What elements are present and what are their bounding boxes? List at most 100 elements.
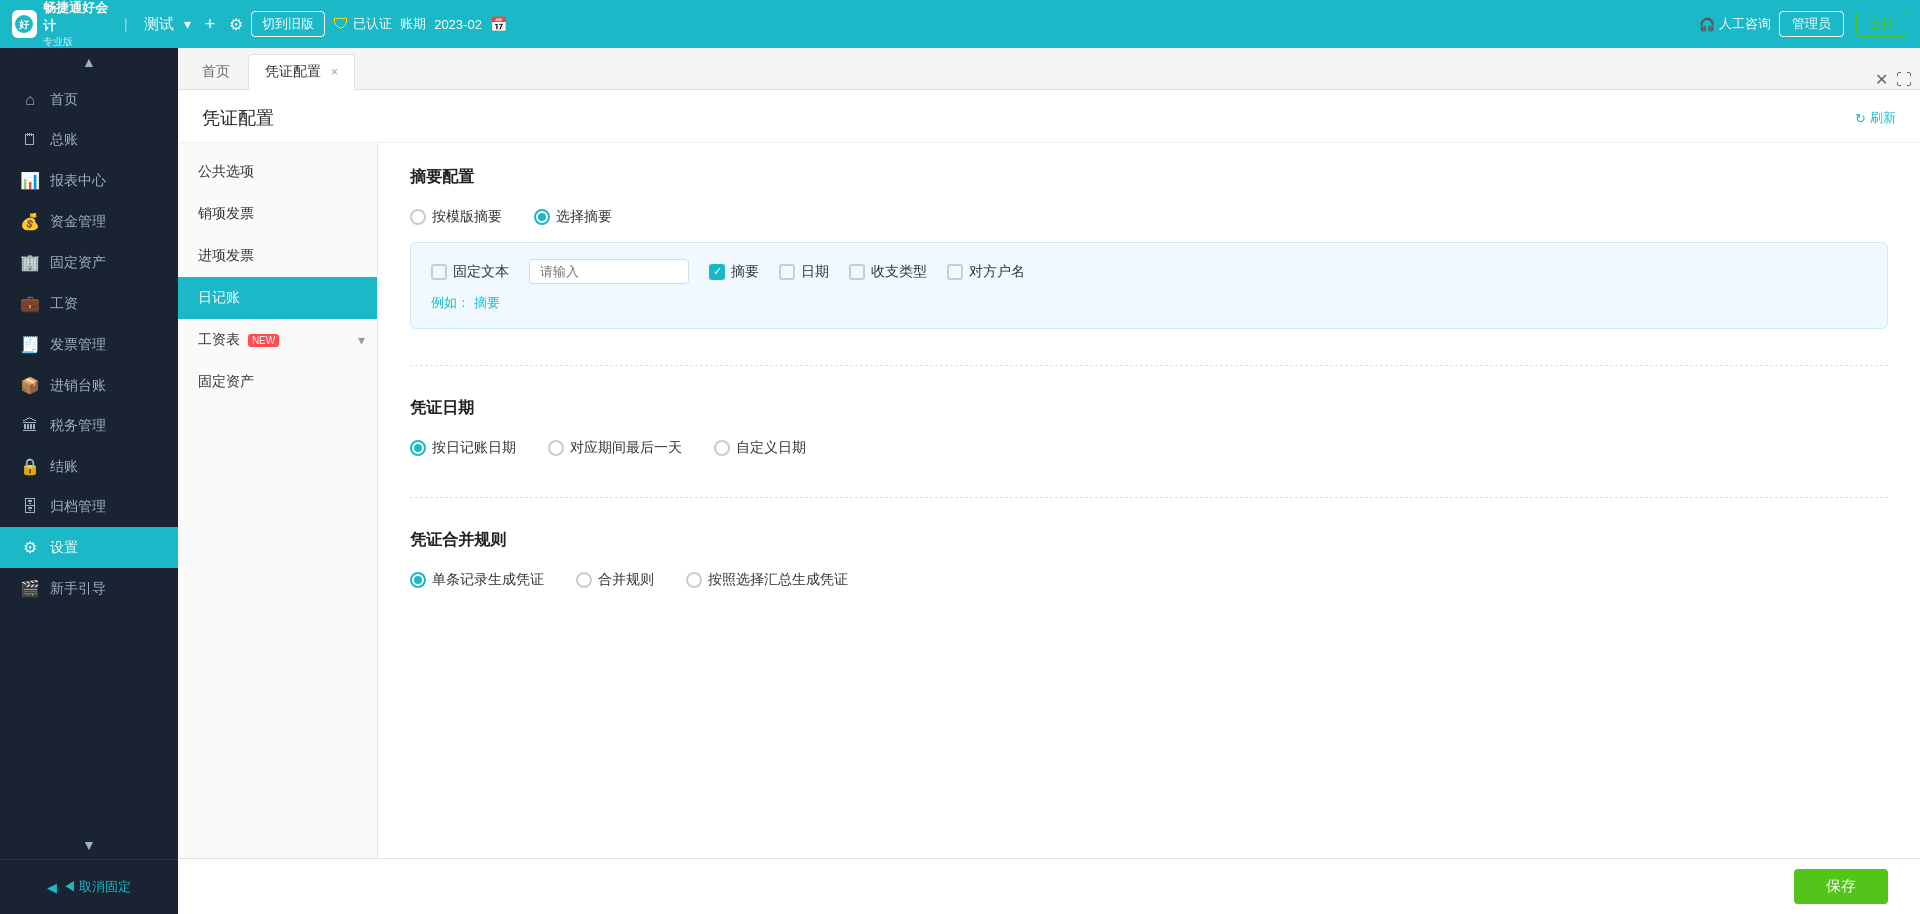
period-value: 2023-02 [434, 17, 482, 32]
date-radio2-circle [548, 440, 564, 456]
salary-icon: 💼 [20, 294, 40, 313]
merge-option1-label: 单条记录生成凭证 [432, 571, 544, 589]
tab-controls: ✕ ⛶ [1875, 70, 1920, 89]
tab-bar: 首页 凭证配置 × ✕ ⛶ [178, 48, 1920, 90]
human-service-button[interactable]: 🎧 人工咨询 [1699, 15, 1771, 33]
summary-section-title: 摘要配置 [410, 167, 1888, 188]
merge-option3[interactable]: 按照选择汇总生成凭证 [686, 571, 848, 589]
date-checkbox [779, 264, 795, 280]
save-button[interactable]: 保存 [1794, 869, 1888, 904]
checkbox-date[interactable]: 日期 [779, 263, 829, 281]
counterpart-label: 对方户名 [969, 263, 1025, 281]
funds-icon: 💰 [20, 212, 40, 231]
tab-close-icon[interactable]: × [331, 65, 338, 79]
add-button[interactable]: + [199, 12, 222, 37]
ledger-icon: 🗒 [20, 131, 40, 149]
income-type-checkbox [849, 264, 865, 280]
sidebar-label-ledger: 总账 [50, 131, 78, 149]
date-section-title: 凭证日期 [410, 398, 1888, 419]
sidebar-item-sales[interactable]: 📦 进销台账 [0, 365, 178, 406]
switch-old-button[interactable]: 切到旧版 [251, 11, 325, 37]
sidebar-item-invoice[interactable]: 🧾 发票管理 [0, 324, 178, 365]
sales-icon: 📦 [20, 376, 40, 395]
settings-icon[interactable]: ⚙ [229, 15, 243, 34]
checkbox-income-type[interactable]: 收支类型 [849, 263, 927, 281]
headset-icon: 🎧 [1699, 17, 1715, 32]
date-option1[interactable]: 按日记账日期 [410, 439, 516, 457]
refresh-button[interactable]: ↻ 刷新 [1855, 109, 1896, 127]
assets-icon: 🏢 [20, 253, 40, 272]
page-header: 凭证配置 ↻ 刷新 [178, 90, 1920, 143]
new-badge: NEW [248, 334, 279, 347]
merge-option1[interactable]: 单条记录生成凭证 [410, 571, 544, 589]
logo-sub: 专业版 [43, 35, 112, 49]
checkbox-counterpart[interactable]: 对方户名 [947, 263, 1025, 281]
summary-option1[interactable]: 按模版摘要 [410, 208, 502, 226]
sidebar-scroll-up[interactable]: ▲ [82, 54, 96, 70]
logo-text: 畅捷通好会计 [43, 0, 112, 35]
left-nav-payroll[interactable]: 工资表 NEW ▾ [178, 319, 377, 361]
summary-checkboxes: 固定文本 ✓ 摘要 日期 [431, 259, 1867, 284]
date-option2[interactable]: 对应期间最后一天 [548, 439, 682, 457]
sidebar-scroll-down[interactable]: ▼ [82, 837, 96, 853]
sidebar-item-reports[interactable]: 📊 报表中心 [0, 160, 178, 201]
sidebar-label-assets: 固定资产 [50, 254, 106, 272]
date-radio3-circle [714, 440, 730, 456]
sidebar-item-ledger[interactable]: 🗒 总账 [0, 120, 178, 160]
checkbox-summary[interactable]: ✓ 摘要 [709, 263, 759, 281]
close-tab-button[interactable]: ✕ [1875, 70, 1888, 89]
cancel-fixed-button[interactable]: ◀ ◀ 取消固定 [0, 870, 178, 904]
shield-icon: 🛡 [333, 15, 349, 33]
sidebar-item-tax[interactable]: 🏛 税务管理 [0, 406, 178, 446]
human-service-label: 人工咨询 [1719, 15, 1771, 33]
left-nav-public-label: 公共选项 [198, 163, 254, 179]
summary-box: 固定文本 ✓ 摘要 日期 [410, 242, 1888, 329]
left-nav-public[interactable]: 公共选项 [178, 151, 377, 193]
fixed-text-label: 固定文本 [453, 263, 509, 281]
left-nav-sales-invoice[interactable]: 销项发票 [178, 193, 377, 235]
merge-radio1-circle [410, 572, 426, 588]
summary-option2[interactable]: 选择摘要 [534, 208, 612, 226]
tax-icon: 🏛 [20, 417, 40, 435]
sidebar-item-assets[interactable]: 🏢 固定资产 [0, 242, 178, 283]
right-content: 摘要配置 按模版摘要 选择摘要 [378, 143, 1920, 858]
fixed-text-checkbox [431, 264, 447, 280]
top-bar: 好 畅捷通好会计 专业版 | 测试 ▾ + ⚙ 切到旧版 🛡 已认证 账期 20… [0, 0, 1920, 48]
expand-button[interactable]: ⛶ [1896, 71, 1912, 89]
sidebar-item-archive[interactable]: 🗄 归档管理 [0, 487, 178, 527]
content-split: 公共选项 销项发票 进项发票 日记账 工资表 NEW [178, 143, 1920, 858]
sidebar-item-funds[interactable]: 💰 资金管理 [0, 201, 178, 242]
left-nav-fixed-assets[interactable]: 固定资产 [178, 361, 377, 403]
summary-option2-label: 选择摘要 [556, 208, 612, 226]
calendar-icon[interactable]: 📅 [490, 16, 507, 32]
sidebar-item-salary[interactable]: 💼 工资 [0, 283, 178, 324]
date-option3-label: 自定义日期 [736, 439, 806, 457]
merge-section-title: 凭证合并规则 [410, 530, 1888, 551]
tab-home[interactable]: 首页 [186, 55, 246, 89]
example-text: 例如： 摘要 [431, 294, 1867, 312]
project-dropdown-icon[interactable]: ▾ [184, 16, 191, 32]
accountant-button[interactable]: 会计 [1856, 11, 1908, 37]
left-nav-journal-label: 日记账 [198, 289, 240, 305]
tab-voucher-config[interactable]: 凭证配置 × [248, 54, 355, 90]
sidebar-label-sales: 进销台账 [50, 377, 106, 395]
sidebar-item-guide[interactable]: 🎬 新手引导 [0, 568, 178, 609]
left-nav-journal[interactable]: 日记账 [178, 277, 377, 319]
sidebar-item-home[interactable]: ⌂ 首页 [0, 80, 178, 120]
date-option3[interactable]: 自定义日期 [714, 439, 806, 457]
left-nav-sales-invoice-label: 销项发票 [198, 205, 254, 221]
left-nav-purchase-invoice-label: 进项发票 [198, 247, 254, 263]
sidebar-label-closing: 结账 [50, 458, 78, 476]
payroll-arrow-icon: ▾ [358, 332, 365, 348]
sidebar-item-settings[interactable]: ⚙ 设置 [0, 527, 178, 568]
left-nav-purchase-invoice[interactable]: 进项发票 [178, 235, 377, 277]
merge-section: 凭证合并规则 单条记录生成凭证 合并规则 [410, 530, 1888, 629]
certified-label: 已认证 [353, 15, 392, 33]
checkbox-fixed-text[interactable]: 固定文本 [431, 263, 509, 281]
logo-icon: 好 [12, 10, 37, 38]
admin-button[interactable]: 管理员 [1779, 11, 1844, 37]
fixed-text-input[interactable] [529, 259, 689, 284]
merge-option2[interactable]: 合并规则 [576, 571, 654, 589]
merge-radio-group: 单条记录生成凭证 合并规则 按照选择汇总生成凭证 [410, 571, 1888, 589]
sidebar-item-closing[interactable]: 🔒 结账 [0, 446, 178, 487]
